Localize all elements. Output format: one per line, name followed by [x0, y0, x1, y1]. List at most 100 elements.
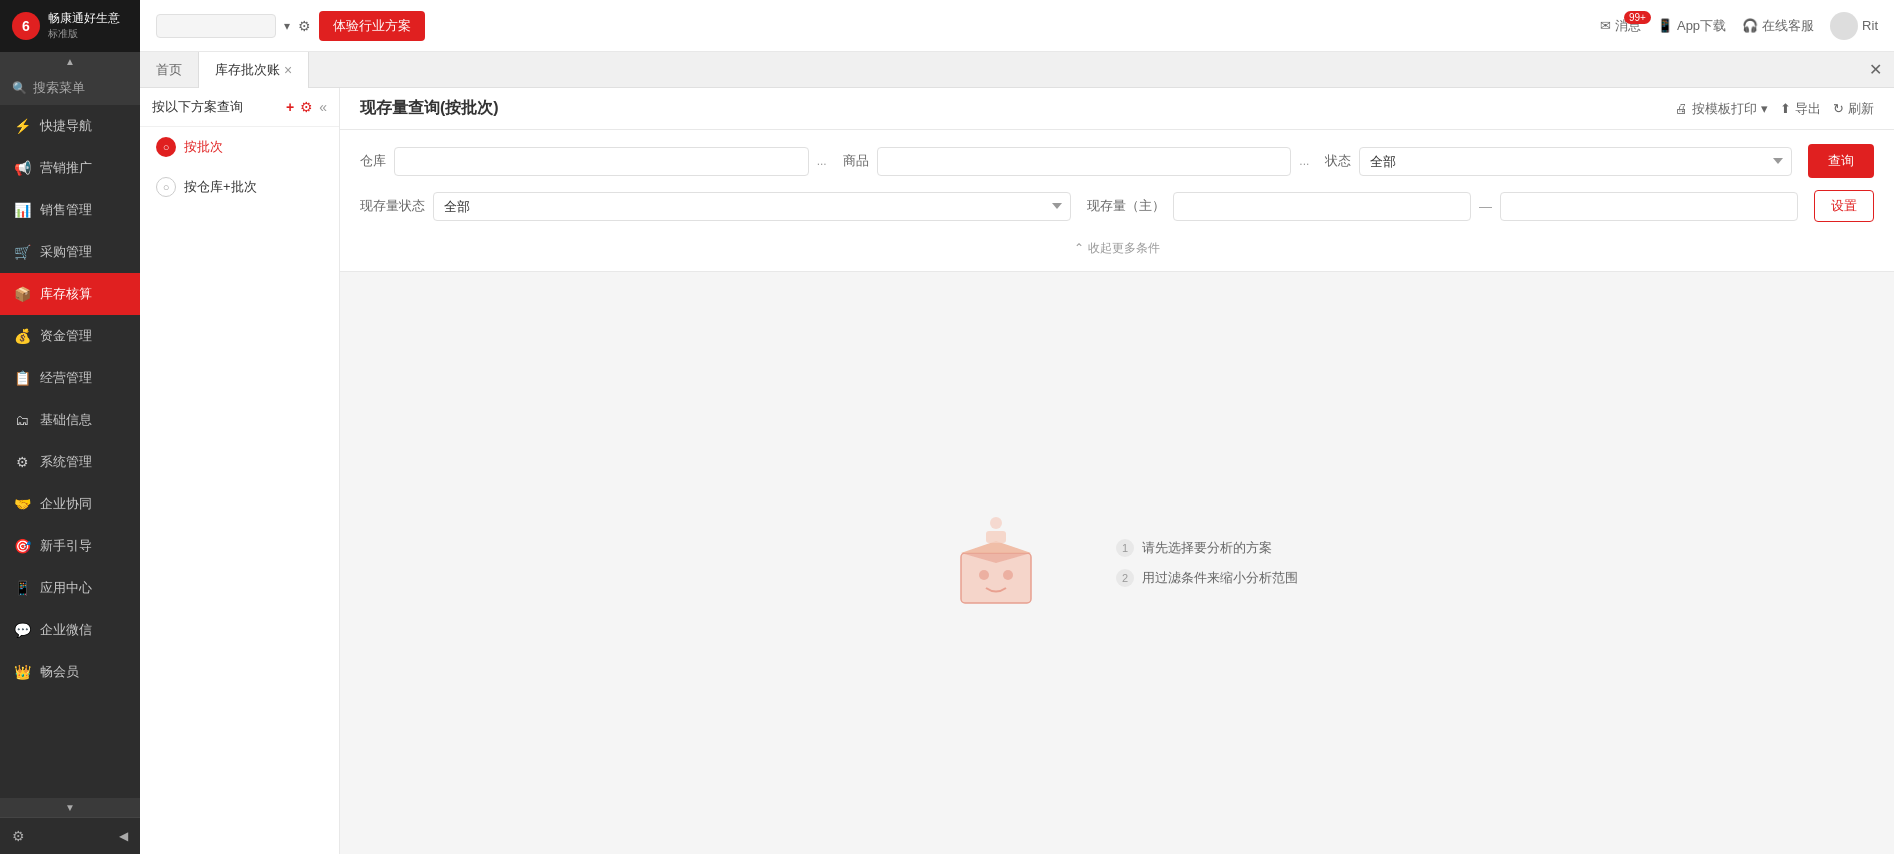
sidebar-item-shortcuts[interactable]: ⚡ 快捷导航 — [0, 105, 140, 147]
empty-row: 1 请先选择要分析的方案 2 用过滤条件来缩小分析范围 — [936, 513, 1298, 613]
step-num-1: 1 — [1116, 539, 1134, 557]
tab-close-icon[interactable]: × — [284, 62, 292, 78]
sidebar-item-basic[interactable]: 🗂 基础信息 — [0, 399, 140, 441]
warehouse-more[interactable]: ... — [817, 154, 827, 168]
product-input[interactable] — [877, 147, 1292, 176]
plan-item-by-warehouse-batch[interactable]: ○ 按仓库+批次 — [140, 167, 339, 207]
print-icon: 🖨 — [1675, 101, 1688, 116]
sidebar-item-inventory[interactable]: 📦 库存核算 — [0, 273, 140, 315]
print-label: 按模板打印 — [1692, 100, 1757, 118]
sidebar-item-label: 企业微信 — [40, 621, 128, 639]
sidebar-item-label: 系统管理 — [40, 453, 128, 471]
sidebar-item-wechat[interactable]: 💬 企业微信 — [0, 609, 140, 651]
svg-point-7 — [990, 517, 1002, 529]
topbar-gear-icon[interactable]: ⚙ — [298, 18, 311, 34]
app-subtitle: 标准版 — [48, 27, 120, 41]
svg-point-5 — [1003, 570, 1013, 580]
online-service-btn[interactable]: 🎧 在线客服 — [1742, 17, 1814, 35]
sidebar-bottom: ⚙ ◀ — [0, 817, 140, 854]
inventory-icon: 📦 — [12, 286, 32, 302]
collab-icon: 🤝 — [12, 496, 32, 512]
sidebar-item-label: 快捷导航 — [40, 117, 128, 135]
sidebar-search[interactable]: 🔍 搜索菜单 — [0, 71, 140, 105]
quantity-from-input[interactable] — [1173, 192, 1471, 221]
sidebar-search-label: 搜索菜单 — [33, 79, 85, 97]
username-label: Rit — [1862, 18, 1878, 33]
plan-collapse-icon[interactable]: « — [319, 99, 327, 115]
sidebar-item-finance[interactable]: 💰 资金管理 — [0, 315, 140, 357]
sidebar-item-label: 资金管理 — [40, 327, 128, 345]
shortcuts-icon: ⚡ — [12, 118, 32, 134]
sidebar-item-newguide[interactable]: 🎯 新手引导 — [0, 525, 140, 567]
print-btn[interactable]: 🖨 按模板打印 ▾ — [1675, 100, 1768, 118]
plan-item-by-batch[interactable]: ○ 按批次 — [140, 127, 339, 167]
product-filter-group: 商品 ... — [843, 147, 1310, 176]
sidebar-item-system[interactable]: ⚙ 系统管理 — [0, 441, 140, 483]
purchase-icon: 🛒 — [12, 244, 32, 260]
tab-home[interactable]: 首页 — [140, 52, 199, 88]
quantity-label: 现存量（主） — [1087, 197, 1165, 215]
sidebar-item-purchase[interactable]: 🛒 采购管理 — [0, 231, 140, 273]
empty-steps: 1 请先选择要分析的方案 2 用过滤条件来缩小分析范围 — [1116, 539, 1298, 587]
content-area: 按以下方案查询 + ⚙ « ○ 按批次 ○ 按仓库+批次 现存量查询(按批次) — [140, 88, 1894, 854]
step-text-2: 用过滤条件来缩小分析范围 — [1142, 569, 1298, 587]
plan-panel: 按以下方案查询 + ⚙ « ○ 按批次 ○ 按仓库+批次 — [140, 88, 340, 854]
sidebar-settings-icon[interactable]: ⚙ — [12, 828, 25, 844]
messages-btn[interactable]: ✉ 消息 99+ — [1600, 17, 1641, 35]
settings-btn[interactable]: 设置 — [1814, 190, 1874, 222]
sidebar-item-label: 销售管理 — [40, 201, 128, 219]
quantity-to-input[interactable] — [1500, 192, 1798, 221]
quantity-filter-group: 现存量（主） — — [1087, 192, 1798, 221]
plan-header-actions: + ⚙ « — [286, 99, 327, 115]
query-btn[interactable]: 查询 — [1808, 144, 1874, 178]
step-text-1: 请先选择要分析的方案 — [1142, 539, 1272, 557]
member-icon: 👑 — [12, 664, 32, 680]
experience-btn[interactable]: 体验行业方案 — [319, 11, 425, 41]
topbar-dropdown-icon[interactable]: ▾ — [284, 19, 290, 33]
product-more[interactable]: ... — [1299, 154, 1309, 168]
sidebar-item-marketing[interactable]: 📢 营销推广 — [0, 147, 140, 189]
plan-header: 按以下方案查询 + ⚙ « — [140, 88, 339, 127]
sidebar-item-member[interactable]: 👑 畅会员 — [0, 651, 140, 693]
sidebar-item-collab[interactable]: 🤝 企业协同 — [0, 483, 140, 525]
plan-add-icon[interactable]: + — [286, 99, 294, 115]
app-title: 畅康通好生意 — [48, 11, 120, 27]
export-label: 导出 — [1795, 100, 1821, 118]
sidebar-scroll-down[interactable]: ▼ — [0, 798, 140, 817]
status-select[interactable]: 全部 — [1359, 147, 1792, 176]
filter-row-2: 现存量状态 全部 现存量（主） — 设置 — [360, 190, 1874, 222]
plan-settings-icon[interactable]: ⚙ — [300, 99, 313, 115]
user-avatar — [1830, 12, 1858, 40]
main-area: ▾ ⚙ 体验行业方案 ✉ 消息 99+ 📱 App下载 🎧 在线客服 Rit — [140, 0, 1894, 854]
page-header: 现存量查询(按批次) 🖨 按模板打印 ▾ ⬆ 导出 ↻ 刷新 — [340, 88, 1894, 130]
page-title: 现存量查询(按批次) — [360, 98, 499, 119]
sidebar-item-sales[interactable]: 📊 销售管理 — [0, 189, 140, 231]
export-btn[interactable]: ⬆ 导出 — [1780, 100, 1821, 118]
empty-step-1: 1 请先选择要分析的方案 — [1116, 539, 1298, 557]
app-download-btn[interactable]: 📱 App下载 — [1657, 17, 1726, 35]
sidebar-collapse-icon[interactable]: ◀ — [119, 829, 128, 843]
operations-icon: 📋 — [12, 370, 32, 386]
right-content: 现存量查询(按批次) 🖨 按模板打印 ▾ ⬆ 导出 ↻ 刷新 — [340, 88, 1894, 854]
sidebar-scroll-up[interactable]: ▲ — [0, 52, 140, 71]
collapse-label: 收起更多条件 — [1088, 241, 1160, 255]
sidebar-item-label: 企业协同 — [40, 495, 128, 513]
refresh-btn[interactable]: ↻ 刷新 — [1833, 100, 1874, 118]
system-icon: ⚙ — [12, 454, 32, 470]
tab-inventory-batch[interactable]: 库存批次账 × — [199, 52, 309, 88]
sidebar-item-label: 新手引导 — [40, 537, 128, 555]
topbar-search-input[interactable] — [156, 14, 276, 38]
sidebar-item-operations[interactable]: 📋 经营管理 — [0, 357, 140, 399]
global-close-icon[interactable]: ✕ — [1857, 60, 1894, 79]
sidebar-item-appcenter[interactable]: 📱 应用中心 — [0, 567, 140, 609]
empty-step-2: 2 用过滤条件来缩小分析范围 — [1116, 569, 1298, 587]
marketing-icon: 📢 — [12, 160, 32, 176]
sidebar-item-label: 库存核算 — [40, 285, 128, 303]
inventory-status-label: 现存量状态 — [360, 197, 425, 215]
warehouse-filter-group: 仓库 ... — [360, 147, 827, 176]
inventory-status-select[interactable]: 全部 — [433, 192, 1071, 221]
user-menu-btn[interactable]: Rit — [1830, 12, 1878, 40]
collapse-more-btn[interactable]: ⌃ 收起更多条件 — [360, 234, 1874, 257]
warehouse-input[interactable] — [394, 147, 809, 176]
print-dropdown-icon[interactable]: ▾ — [1761, 101, 1768, 116]
